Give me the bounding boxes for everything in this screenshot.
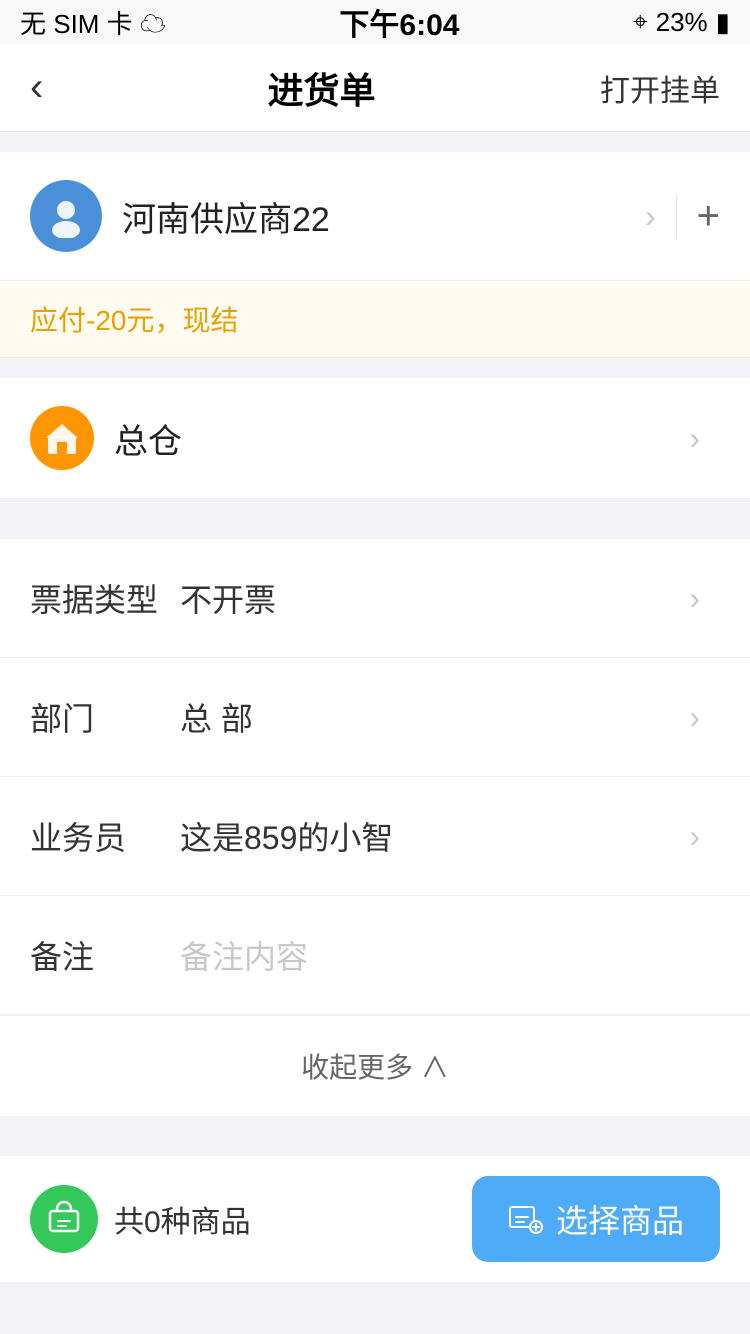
supplier-name: 河南供应商22 [122,192,645,241]
remark-input[interactable]: 备注内容 [170,932,720,978]
product-icon-circle [30,1185,98,1253]
page-title: 进货单 [268,62,376,114]
sim-label: 无 SIM 卡 ☁ [20,4,166,41]
status-left: 无 SIM 卡 ☁ [20,4,166,41]
department-label: 部门 [30,694,170,740]
product-count-wrapper: 共0种商品 [30,1185,251,1253]
nav-bar: ‹ 进货单 打开挂单 [0,44,750,132]
salesperson-label: 业务员 [30,813,170,859]
department-chevron-icon: › [689,699,700,736]
battery-icon: ⌖ [633,6,648,38]
notice-text: 应付-20元，现结 [30,305,238,336]
remark-row[interactable]: 备注 备注内容 [0,896,750,1015]
department-value: 总 部 [170,694,689,740]
select-product-label: 选择商品 [556,1196,684,1242]
warehouse-chevron-icon: › [689,420,700,457]
battery-bar: ▮ [716,7,730,38]
select-product-button[interactable]: 选择商品 [472,1176,720,1262]
battery-label: 23% [656,7,708,38]
remark-label: 备注 [30,932,170,978]
salesperson-row[interactable]: 业务员 这是859的小智 › [0,777,750,896]
salesperson-chevron-icon: › [689,818,700,855]
open-pending-button[interactable]: 打开挂单 [600,66,720,110]
collapse-label: 收起更多 ∧ [301,1046,449,1086]
salesperson-value: 这是859的小智 [170,813,689,859]
bottom-divider [0,1116,750,1136]
warehouse-row[interactable]: 总仓 › [0,378,750,499]
product-count-label: 共0种商品 [114,1197,251,1241]
ticket-type-label: 票据类型 [30,575,170,621]
notice-bar: 应付-20元，现结 [0,281,750,358]
back-button[interactable]: ‹ [30,65,43,110]
department-row[interactable]: 部门 总 部 › [0,658,750,777]
status-right: ⌖ 23% ▮ [633,6,730,38]
status-bar: 无 SIM 卡 ☁ 下午6:04 ⌖ 23% ▮ [0,0,750,44]
ticket-type-value: 不开票 [170,575,689,621]
top-divider [0,132,750,152]
bottom-bar: 共0种商品 选择商品 [0,1156,750,1282]
supplier-row[interactable]: 河南供应商22 › + [0,152,750,281]
ticket-type-row[interactable]: 票据类型 不开票 › [0,539,750,658]
warehouse-icon [30,406,94,470]
status-time: 下午6:04 [339,0,459,44]
warehouse-name: 总仓 [114,414,689,463]
notice-divider [0,358,750,378]
ticket-type-chevron-icon: › [689,580,700,617]
supplier-avatar [30,180,102,252]
add-supplier-button[interactable]: + [676,194,720,239]
collapse-row[interactable]: 收起更多 ∧ [0,1015,750,1116]
form-section: 票据类型 不开票 › 部门 总 部 › 业务员 这是859的小智 › 备注 备注… [0,539,750,1116]
supplier-chevron-icon: › [645,198,656,235]
warehouse-divider [0,499,750,519]
